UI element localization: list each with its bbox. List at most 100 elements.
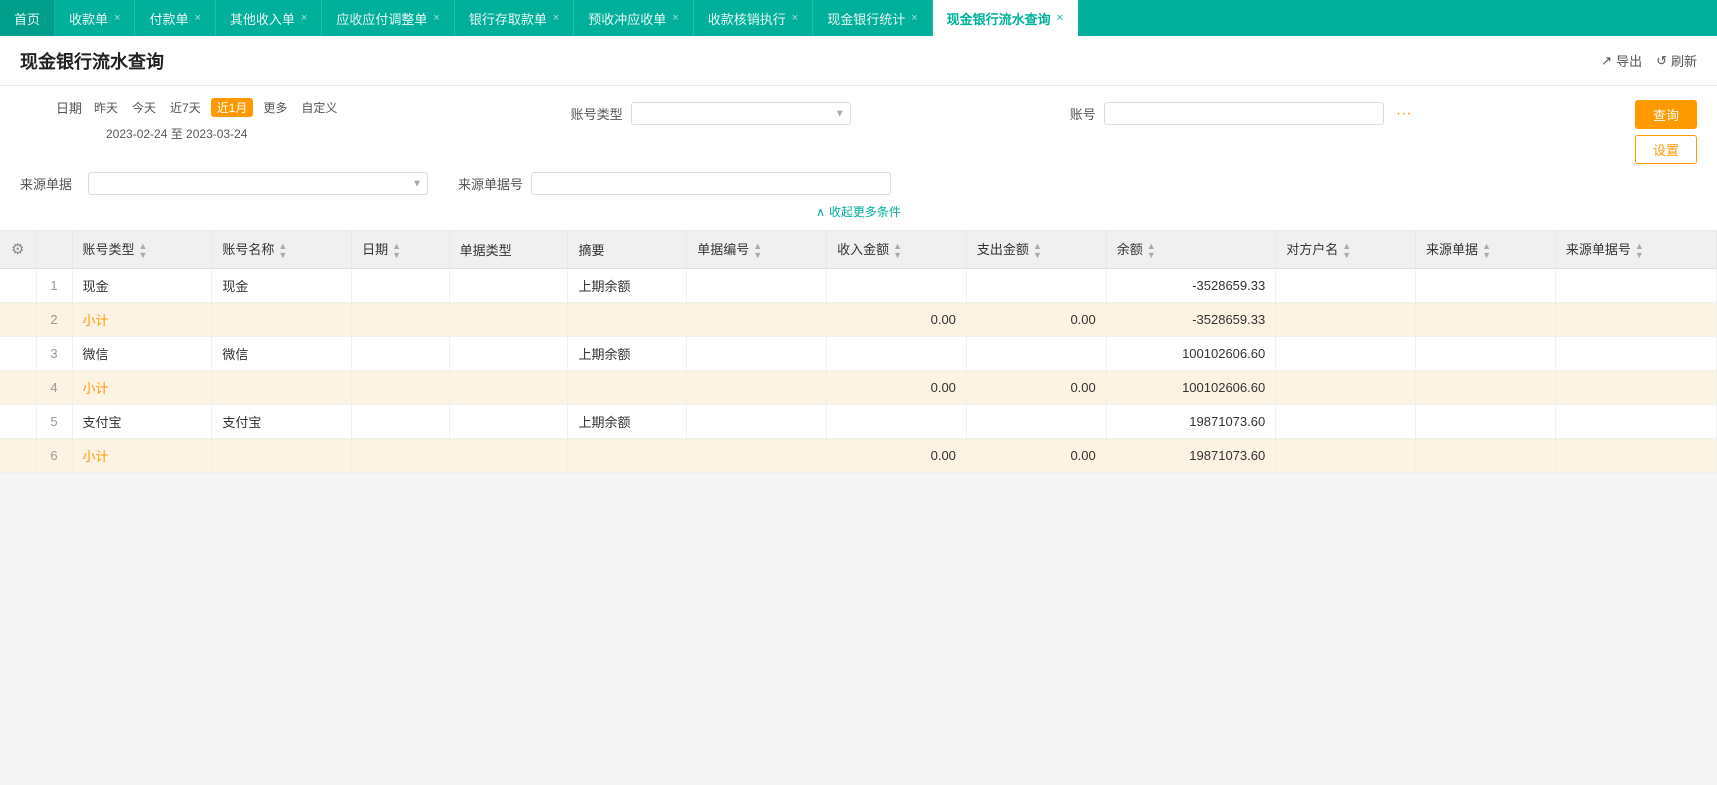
col-expense[interactable]: 支出金额▲▼	[966, 231, 1106, 268]
refresh-button[interactable]: ↺ 刷新	[1656, 51, 1697, 70]
row-settings-4[interactable]	[0, 404, 36, 438]
collapse-up-icon: ∧	[816, 205, 825, 219]
cell-account-type-4: 支付宝	[72, 404, 212, 438]
nav-tab-receipt-verify[interactable]: 收款核销执行×	[694, 0, 813, 36]
cell-source-doc-0	[1416, 268, 1556, 302]
date-option-yesterday[interactable]: 昨天	[90, 98, 122, 117]
query-button[interactable]: 查询	[1635, 100, 1697, 129]
close-tab-bank-deposit[interactable]: ×	[553, 12, 559, 24]
close-tab-payment[interactable]: ×	[194, 12, 200, 24]
nav-tab-prepayment[interactable]: 预收冲应收单×	[574, 0, 693, 36]
date-option-1month[interactable]: 近1月	[211, 98, 254, 117]
col-counterpart[interactable]: 对方户名▲▼	[1276, 231, 1416, 268]
page-title: 现金银行流水查询	[20, 48, 164, 74]
date-option-7days[interactable]: 近7天	[166, 98, 205, 117]
cell-account-name-1	[212, 302, 352, 336]
nav-tab-bank-deposit[interactable]: 银行存取款单×	[455, 0, 574, 36]
close-tab-cash-bank-flow[interactable]: ×	[1057, 12, 1063, 24]
date-option-custom[interactable]: 自定义	[297, 98, 341, 117]
cell-source-doc-1	[1416, 302, 1556, 336]
collapse-bar[interactable]: ∧ 收起更多条件	[20, 199, 1697, 222]
cell-account-type-3: 小计	[72, 370, 212, 404]
date-option-today[interactable]: 今天	[128, 98, 160, 117]
table-container: ⚙ 账号类型▲▼账号名称▲▼日期▲▼单据类型摘要单据编号▲▼收入金额▲▼支出金额▲…	[0, 231, 1717, 473]
col-settings[interactable]: ⚙	[0, 231, 36, 268]
source-doc-select[interactable]	[88, 172, 428, 195]
nav-tab-payment[interactable]: 付款单×	[135, 0, 215, 36]
nav-tab-cash-bank-flow[interactable]: 现金银行流水查询×	[933, 0, 1078, 36]
cell-date-1	[352, 302, 450, 336]
row-settings-0[interactable]	[0, 268, 36, 302]
nav-tab-home[interactable]: 首页	[0, 0, 55, 36]
settings-button[interactable]: 设置	[1635, 135, 1697, 164]
account-input[interactable]	[1104, 102, 1384, 125]
sort-doc_no[interactable]: ▲▼	[753, 242, 762, 260]
col-source_doc_no[interactable]: 来源单据号▲▼	[1555, 231, 1716, 268]
col-account_name[interactable]: 账号名称▲▼	[212, 231, 352, 268]
cell-source-doc-4	[1416, 404, 1556, 438]
cell-income-1: 0.00	[827, 302, 967, 336]
cell-doc-type-1	[449, 302, 568, 336]
sort-account_name[interactable]: ▲▼	[278, 242, 287, 260]
col-source_doc[interactable]: 来源单据▲▼	[1416, 231, 1556, 268]
cell-income-2	[827, 336, 967, 370]
cell-expense-4	[966, 404, 1106, 438]
cell-date-4	[352, 404, 450, 438]
cell-counterpart-5	[1276, 438, 1416, 472]
source-doc-no-input[interactable]	[531, 172, 891, 195]
sort-source_doc[interactable]: ▲▼	[1482, 242, 1491, 260]
close-tab-other-income[interactable]: ×	[301, 12, 307, 24]
sort-date[interactable]: ▲▼	[392, 242, 401, 260]
row-num-3: 4	[36, 370, 72, 404]
source-doc-select-wrap: ▼	[88, 172, 428, 195]
header-actions: ↗ 导出 ↺ 刷新	[1601, 51, 1697, 70]
close-tab-receipt[interactable]: ×	[114, 12, 120, 24]
cell-doc-type-0	[449, 268, 568, 302]
cell-expense-1: 0.00	[966, 302, 1106, 336]
cell-source-doc-5	[1416, 438, 1556, 472]
sort-income[interactable]: ▲▼	[893, 242, 902, 260]
date-range: 2023-02-24 至 2023-03-24	[106, 127, 247, 141]
col-income[interactable]: 收入金额▲▼	[827, 231, 967, 268]
table-row: 2小计0.000.00-3528659.33	[0, 302, 1717, 336]
col-balance[interactable]: 余额▲▼	[1106, 231, 1275, 268]
col-summary: 摘要	[568, 231, 687, 268]
nav-tab-cash-bank-stat[interactable]: 现金银行统计×	[813, 0, 932, 36]
sort-source_doc_no[interactable]: ▲▼	[1635, 242, 1644, 260]
cell-doc-type-4	[449, 404, 568, 438]
row-settings-5[interactable]	[0, 438, 36, 472]
sort-expense[interactable]: ▲▼	[1033, 242, 1042, 260]
cell-doc-type-3	[449, 370, 568, 404]
nav-tab-other-income[interactable]: 其他收入单×	[216, 0, 322, 36]
sort-balance[interactable]: ▲▼	[1147, 242, 1156, 260]
export-icon: ↗	[1601, 53, 1612, 69]
cell-account-name-4: 支付宝	[212, 404, 352, 438]
account-type-select-wrap: ▼	[631, 102, 851, 125]
date-option-more[interactable]: 更多	[259, 98, 291, 117]
account-type-select[interactable]	[631, 102, 851, 125]
cell-doc-no-4	[687, 404, 827, 438]
col-date[interactable]: 日期▲▼	[352, 231, 450, 268]
export-button[interactable]: ↗ 导出	[1601, 51, 1642, 70]
row-settings-1[interactable]	[0, 302, 36, 336]
close-tab-ar-ap-adjust[interactable]: ×	[433, 12, 439, 24]
cell-expense-2	[966, 336, 1106, 370]
col-doc_type: 单据类型	[449, 231, 568, 268]
col-account_type[interactable]: 账号类型▲▼	[72, 231, 212, 268]
close-tab-receipt-verify[interactable]: ×	[792, 12, 798, 24]
nav-tab-ar-ap-adjust[interactable]: 应收应付调整单×	[322, 0, 454, 36]
close-tab-cash-bank-stat[interactable]: ×	[911, 12, 917, 24]
account-ellipsis[interactable]: ···	[1392, 105, 1416, 123]
sort-counterpart[interactable]: ▲▼	[1342, 242, 1351, 260]
cell-summary-4: 上期余额	[568, 404, 687, 438]
col-doc_no[interactable]: 单据编号▲▼	[687, 231, 827, 268]
row-settings-3[interactable]	[0, 370, 36, 404]
cell-summary-3	[568, 370, 687, 404]
table-row: 1现金现金上期余额-3528659.33	[0, 268, 1717, 302]
sort-account_type[interactable]: ▲▼	[139, 242, 148, 260]
row-settings-2[interactable]	[0, 336, 36, 370]
nav-tab-receipt[interactable]: 收款单×	[55, 0, 135, 36]
cell-doc-no-0	[687, 268, 827, 302]
cell-counterpart-4	[1276, 404, 1416, 438]
close-tab-prepayment[interactable]: ×	[672, 12, 678, 24]
